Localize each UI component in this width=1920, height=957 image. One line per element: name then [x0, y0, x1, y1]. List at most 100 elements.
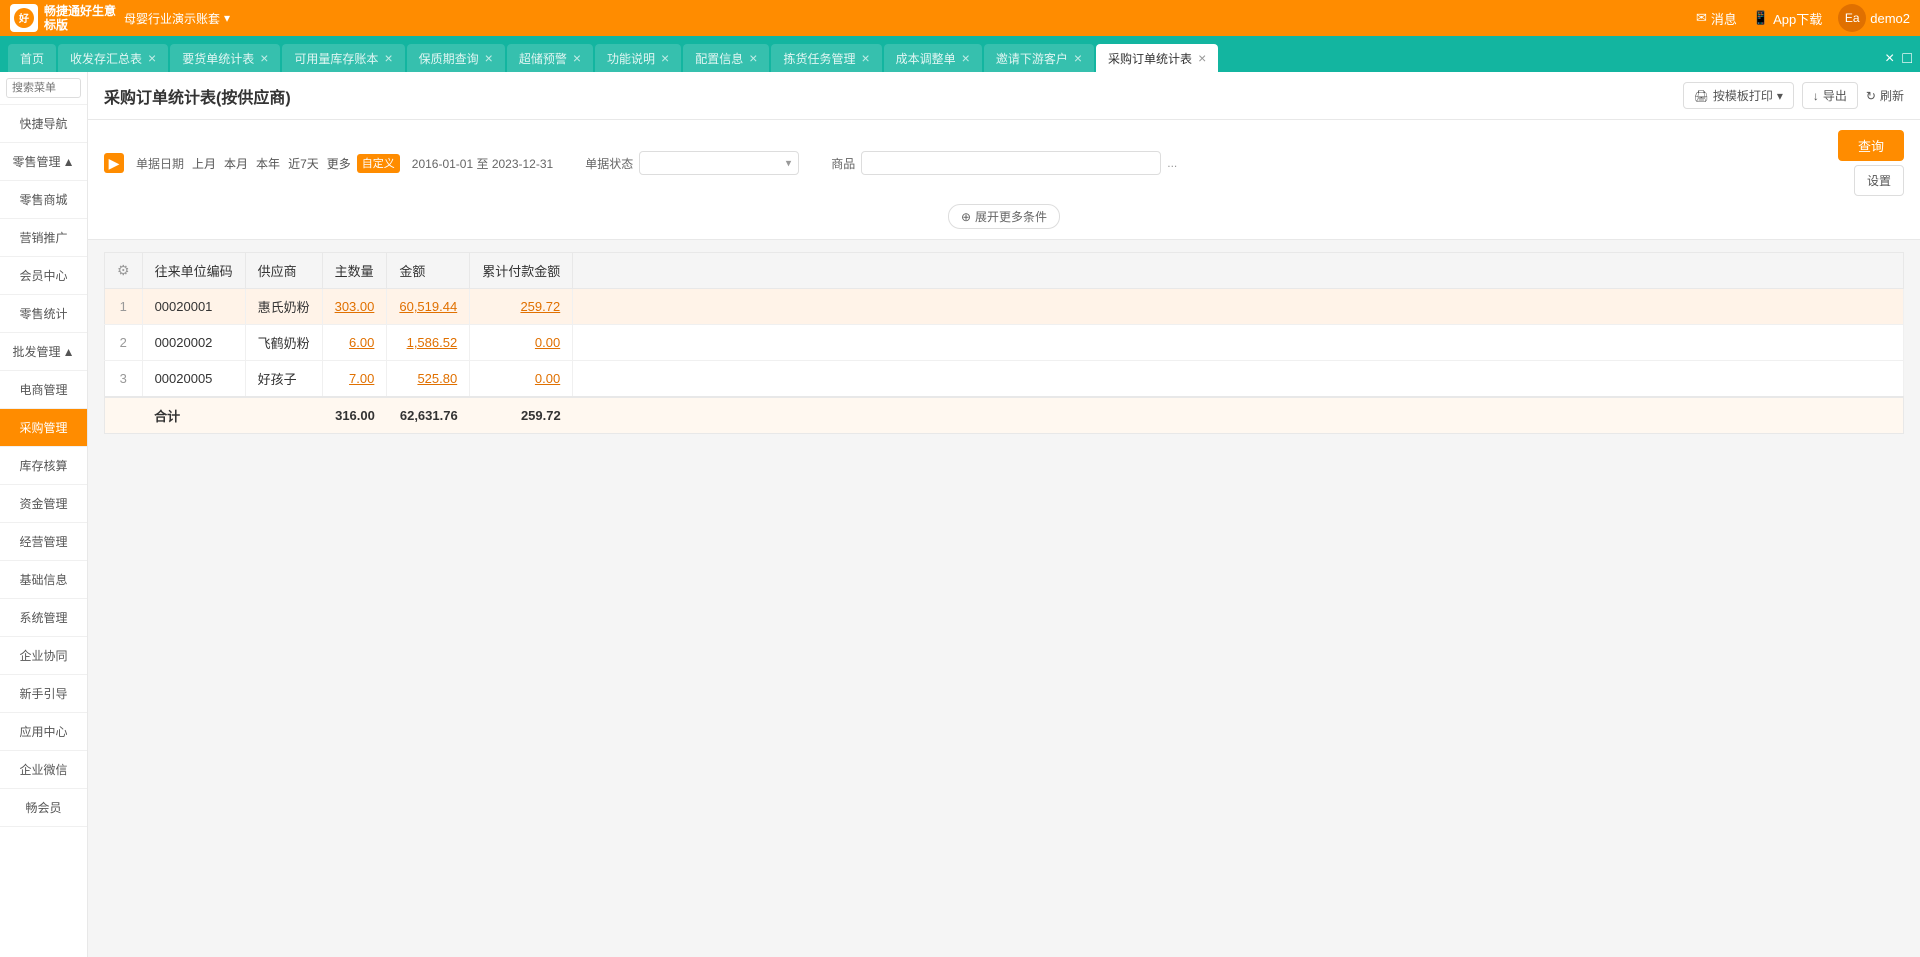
- table-row: 3 00020005 好孩子 7.00 525.80 0.00: [105, 361, 1904, 398]
- expand-icon: ⊕: [961, 210, 971, 224]
- tab-picking-task-close[interactable]: ×: [861, 51, 869, 65]
- expand-conditions-button[interactable]: ⊕ 展开更多条件: [948, 204, 1060, 229]
- sidebar-item-retail[interactable]: 零售管理 ▲: [0, 143, 87, 181]
- page-header-actions: 🖨 按模板打印 ▾ ↓ 导出 ↻ 刷新: [1683, 82, 1904, 119]
- tab-order-summary[interactable]: 要货单统计表 ×: [170, 44, 280, 72]
- query-button[interactable]: 查询: [1838, 130, 1904, 161]
- tab-order-summary-close[interactable]: ×: [260, 51, 268, 65]
- preset-more[interactable]: 更多: [325, 154, 353, 173]
- tab-available-stock-label: 可用量库存账本: [294, 50, 378, 67]
- top-bar-left: 好 畅捷通好生意 标版 母婴行业演示账套 ▾: [10, 4, 230, 33]
- sidebar-item-retail-stat[interactable]: 零售统计: [0, 295, 87, 333]
- preset-7days[interactable]: 近7天: [286, 154, 321, 173]
- print-arrow-icon: ▾: [1777, 89, 1783, 103]
- table-footer-row: 合计 316.00 62,631.76 259.72: [105, 397, 1904, 434]
- sidebar-item-finance[interactable]: 资金管理: [0, 485, 87, 523]
- sidebar-item-search[interactable]: [0, 72, 87, 105]
- row-amount[interactable]: 60,519.44: [387, 289, 470, 325]
- tab-receive-summary[interactable]: 收发存汇总表 ×: [58, 44, 168, 72]
- search-input[interactable]: [6, 78, 81, 98]
- preset-this-month[interactable]: 本月: [222, 154, 250, 173]
- th-code: 往来单位编码: [142, 253, 245, 289]
- tab-purchase-summary-label: 采购订单统计表: [1108, 50, 1192, 67]
- message-button[interactable]: ✉ 消息: [1696, 9, 1737, 28]
- message-icon: ✉: [1696, 10, 1707, 26]
- app-download-button[interactable]: 📱 App下载: [1753, 9, 1822, 28]
- refresh-button[interactable]: ↻ 刷新: [1866, 87, 1904, 104]
- th-settings[interactable]: ⚙: [105, 253, 143, 289]
- workspace-label: 母婴行业演示账套: [124, 10, 220, 27]
- tab-overstock-label: 超储预警: [519, 50, 567, 67]
- sidebar-item-enterprise-collab[interactable]: 企业协同: [0, 637, 87, 675]
- row-qty[interactable]: 303.00: [322, 289, 387, 325]
- tab-function-desc[interactable]: 功能说明 ×: [595, 44, 681, 72]
- row-supplier: 飞鹤奶粉: [245, 325, 322, 361]
- date-filter-group: 单据日期 上月 本月 本年 近7天 更多 自定义: [136, 154, 400, 173]
- tab-home[interactable]: 首页: [8, 44, 56, 72]
- sidebar-item-basic-info[interactable]: 基础信息: [0, 561, 87, 599]
- row-extra: [573, 325, 1904, 361]
- row-paid[interactable]: 0.00: [470, 361, 573, 398]
- tab-invite-downstream[interactable]: 邀请下游客户 ×: [984, 44, 1094, 72]
- sidebar-item-system[interactable]: 系统管理: [0, 599, 87, 637]
- date-label: 单据日期: [136, 155, 184, 172]
- row-extra: [573, 361, 1904, 398]
- preset-last-month[interactable]: 上月: [190, 154, 218, 173]
- tab-config-info-close[interactable]: ×: [749, 51, 757, 65]
- tab-purchase-summary-close[interactable]: ×: [1198, 51, 1206, 65]
- sidebar-item-wholesale[interactable]: 批发管理 ▲: [0, 333, 87, 371]
- tab-available-stock[interactable]: 可用量库存账本 ×: [282, 44, 404, 72]
- window-close-icon[interactable]: ×: [1885, 50, 1894, 68]
- preset-this-year[interactable]: 本年: [254, 154, 282, 173]
- sidebar-item-enterprise-wechat[interactable]: 企业微信: [0, 751, 87, 789]
- print-icon: 🖨: [1694, 89, 1709, 103]
- tab-available-stock-close[interactable]: ×: [384, 51, 392, 65]
- user-profile[interactable]: Ea demo2: [1838, 4, 1910, 32]
- row-qty[interactable]: 7.00: [322, 361, 387, 398]
- filter-toggle-button[interactable]: ▶: [104, 153, 124, 173]
- date-presets: 上月 本月 本年 近7天 更多 自定义: [190, 154, 400, 173]
- sidebar-item-new-guide[interactable]: 新手引导: [0, 675, 87, 713]
- row-amount[interactable]: 1,586.52: [387, 325, 470, 361]
- sidebar-item-marketing[interactable]: 营销推广: [0, 219, 87, 257]
- workspace-selector[interactable]: 母婴行业演示账套 ▾: [124, 10, 230, 27]
- status-select[interactable]: [639, 151, 799, 175]
- sidebar-item-inventory[interactable]: 库存核算: [0, 447, 87, 485]
- avatar-initials: Ea: [1845, 11, 1860, 25]
- row-paid[interactable]: 259.72: [470, 289, 573, 325]
- goods-filter-group: 商品 ...: [831, 151, 1177, 175]
- tab-config-info[interactable]: 配置信息 ×: [683, 44, 769, 72]
- sidebar-item-retail-store[interactable]: 零售商城: [0, 181, 87, 219]
- export-button[interactable]: ↓ 导出: [1802, 82, 1858, 109]
- tab-cost-adjust-close[interactable]: ×: [962, 51, 970, 65]
- sidebar-item-vip-member[interactable]: 畅会员: [0, 789, 87, 827]
- tab-picking-task[interactable]: 拣货任务管理 ×: [771, 44, 881, 72]
- goods-input[interactable]: [861, 151, 1161, 175]
- sidebar-item-purchase[interactable]: 采购管理: [0, 409, 87, 447]
- print-button[interactable]: 🖨 按模板打印 ▾: [1683, 82, 1794, 109]
- tab-warranty-close[interactable]: ×: [485, 51, 493, 65]
- message-label: 消息: [1711, 9, 1737, 28]
- window-maximize-icon[interactable]: □: [1902, 50, 1912, 68]
- tab-overstock-close[interactable]: ×: [573, 51, 581, 65]
- row-qty[interactable]: 6.00: [322, 325, 387, 361]
- tab-receive-summary-close[interactable]: ×: [148, 51, 156, 65]
- tab-function-desc-close[interactable]: ×: [661, 51, 669, 65]
- sidebar-item-operation[interactable]: 经营管理: [0, 523, 87, 561]
- tab-invite-downstream-close[interactable]: ×: [1074, 51, 1082, 65]
- tab-cost-adjust[interactable]: 成本调整单 ×: [884, 44, 982, 72]
- more-filter-button[interactable]: ...: [1167, 156, 1177, 170]
- tab-warranty[interactable]: 保质期查询 ×: [407, 44, 505, 72]
- tab-overstock[interactable]: 超储预警 ×: [507, 44, 593, 72]
- row-amount[interactable]: 525.80: [387, 361, 470, 398]
- app-download-label: App下载: [1773, 9, 1822, 28]
- row-paid[interactable]: 0.00: [470, 325, 573, 361]
- column-settings-icon[interactable]: ⚙: [117, 262, 130, 278]
- tab-purchase-summary[interactable]: 采购订单统计表 ×: [1096, 44, 1218, 72]
- sidebar-item-app-center[interactable]: 应用中心: [0, 713, 87, 751]
- sidebar-item-ecommerce[interactable]: 电商管理: [0, 371, 87, 409]
- footer-paid: 259.72: [470, 397, 573, 434]
- sidebar-item-quick-nav[interactable]: 快捷导航: [0, 105, 87, 143]
- setting-button[interactable]: 设置: [1854, 165, 1904, 196]
- sidebar-item-member-center[interactable]: 会员中心: [0, 257, 87, 295]
